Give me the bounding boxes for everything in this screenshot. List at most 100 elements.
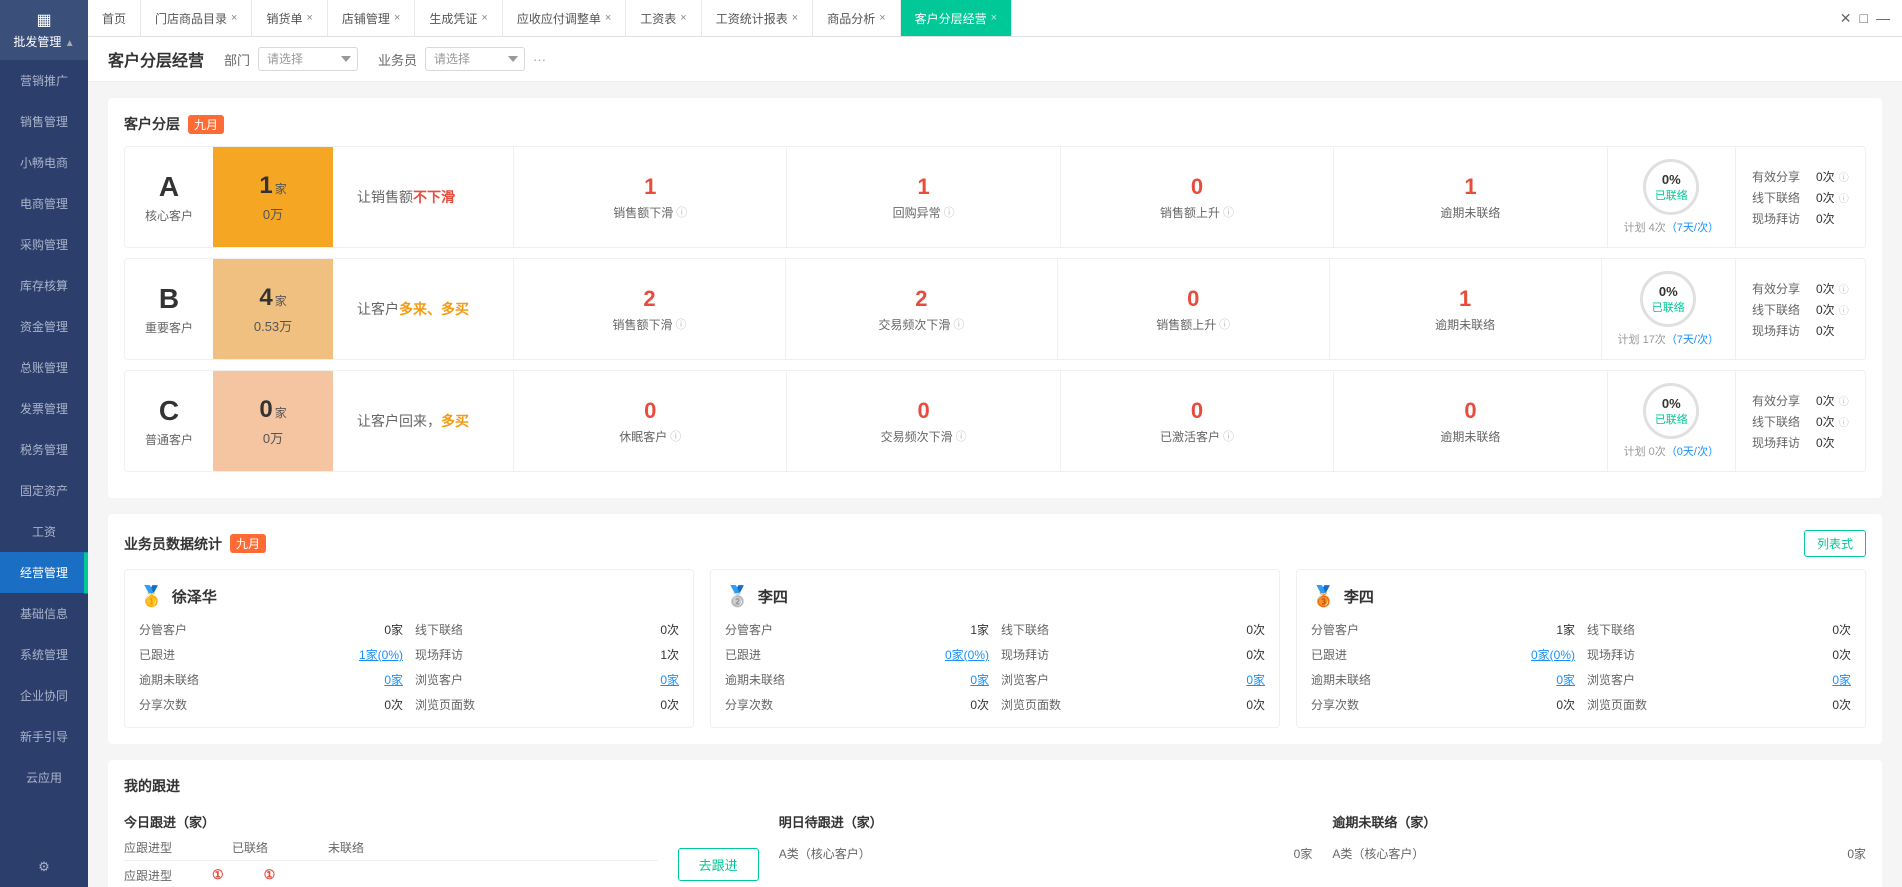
staff-stat-row: 分享次数0次 bbox=[139, 696, 403, 713]
list-view-btn[interactable]: 列表式 bbox=[1804, 530, 1866, 557]
tier-b-stat-0[interactable]: 2 销售额下滑 ⓘ bbox=[513, 259, 785, 359]
tier-c-stat-1[interactable]: 0 交易频次下滑 ⓘ bbox=[786, 371, 1059, 471]
minus-icon[interactable]: — bbox=[1876, 10, 1890, 26]
tier-b-right-stats: 有效分享 0次 ⓘ 线下联络 0次 ⓘ 现场拜访 0次 bbox=[1735, 259, 1865, 359]
tier-c-stat-0[interactable]: 0 休眠客户 ⓘ bbox=[513, 371, 786, 471]
tab-home[interactable]: 首页 bbox=[88, 0, 141, 36]
close-all-icon[interactable]: ✕ bbox=[1840, 10, 1852, 27]
tier-b-slogan: 让客户多来、多买 bbox=[333, 259, 513, 359]
tab-close-payroll[interactable]: × bbox=[680, 12, 686, 24]
tier-c-contact: 0% 已联络 计划 0次（0天/次） bbox=[1607, 371, 1735, 471]
batch-icon: ▦ bbox=[0, 10, 88, 30]
tab-close-gen-voucher[interactable]: × bbox=[481, 12, 487, 24]
staff-section-header: 业务员数据统计 九月 列表式 bbox=[124, 530, 1866, 557]
tab-store-products[interactable]: 门店商品目录 × bbox=[141, 0, 252, 36]
tab-product-analysis[interactable]: 商品分析 × bbox=[813, 0, 900, 36]
staff-stat-row: 分管客户1家 bbox=[725, 621, 989, 638]
sidebar-item-sales[interactable]: 销售管理 bbox=[0, 101, 88, 142]
sidebar-item-ecom-small[interactable]: 小畅电商 bbox=[0, 142, 88, 183]
tier-a-stat-3[interactable]: 1 逾期未联络 bbox=[1333, 147, 1606, 247]
tab-close-payroll-report[interactable]: × bbox=[792, 12, 798, 24]
sidebar-item-finance[interactable]: 资金管理 bbox=[0, 306, 88, 347]
sidebar-item-guide[interactable]: 新手引导 bbox=[0, 716, 88, 757]
tier-a-stat-0[interactable]: 1 销售额下滑 ⓘ bbox=[513, 147, 786, 247]
staff-stat-row: 分享次数0次 bbox=[1311, 696, 1575, 713]
today-follow-col: 今日跟进（家） 应跟进型 已联络 未联络 应跟进型 ① ① bbox=[124, 812, 658, 884]
go-follow-btn[interactable]: 去跟进 bbox=[678, 848, 759, 881]
staff-select[interactable]: 请选择 bbox=[425, 47, 525, 71]
sidebar-item-invoice[interactable]: 发票管理 bbox=[0, 388, 88, 429]
sidebar-item-marketing[interactable]: 营销推广 bbox=[0, 60, 88, 101]
staff-stat-row: 浏览页面数0次 bbox=[1001, 696, 1265, 713]
staff-label: 业务员 bbox=[378, 50, 417, 69]
staff-stat-row: 线下联络0次 bbox=[1587, 621, 1851, 638]
sidebar-item-purchase[interactable]: 采购管理 bbox=[0, 224, 88, 265]
follow-columns: 今日跟进（家） 应跟进型 已联络 未联络 应跟进型 ① ① bbox=[124, 812, 1866, 884]
tab-sales-order[interactable]: 销货单 × bbox=[252, 0, 327, 36]
tab-payroll[interactable]: 工资表 × bbox=[626, 0, 701, 36]
sidebar-item-cloud[interactable]: 云应用 bbox=[0, 757, 88, 798]
staff-stat-row: 已跟进1家(0%) bbox=[139, 646, 403, 663]
sidebar-item-management[interactable]: 经营管理 bbox=[0, 552, 88, 593]
staff-stat-row: 现场拜访1次 bbox=[415, 646, 679, 663]
tomorrow-follow-col: 明日待跟进（家） A类（核心客户）0家 bbox=[779, 812, 1313, 862]
gold-medal-icon: 🥇 bbox=[139, 584, 164, 609]
tier-c-stats: 0 休眠客户 ⓘ 0 交易频次下滑 ⓘ 0 已激活客户 ⓘ 0 逾期未联络 bbox=[513, 371, 1607, 471]
tab-close-customer-tier[interactable]: × bbox=[991, 12, 997, 24]
tier-b-stats: 2 销售额下滑 ⓘ 2 交易频次下滑 ⓘ 0 销售额上升 ⓘ 1 逾期未联络 bbox=[513, 259, 1601, 359]
sidebar-item-inventory[interactable]: 库存核算 bbox=[0, 265, 88, 306]
staff-stat-row: 逾期未联络0家 bbox=[725, 671, 989, 688]
tier-b-stat-2[interactable]: 0 销售额上升 ⓘ bbox=[1057, 259, 1329, 359]
staff-grid: 🥇 徐泽华 分管客户0家 线下联络0次 已跟进1家(0%) 现场拜访1次 逾期未… bbox=[124, 569, 1866, 728]
page-title: 客户分层经营 bbox=[108, 47, 204, 71]
tier-c-stat-3[interactable]: 0 逾期未联络 bbox=[1333, 371, 1606, 471]
tier-a-label: A 核心客户 bbox=[125, 147, 213, 247]
sidebar-item-ledger[interactable]: 总账管理 bbox=[0, 347, 88, 388]
staff-name-0: 徐泽华 bbox=[172, 586, 217, 607]
tab-gen-voucher[interactable]: 生成凭证 × bbox=[415, 0, 502, 36]
staff-title: 业务员数据统计 bbox=[124, 534, 222, 554]
sidebar-item-system[interactable]: 系统管理 bbox=[0, 634, 88, 675]
tab-close-sales-order[interactable]: × bbox=[306, 12, 312, 24]
sidebar-item-tax[interactable]: 税务管理 bbox=[0, 429, 88, 470]
customer-tier-section: 客户分层 九月 A 核心客户 1 家 0万 让销售额不下滑 bbox=[108, 98, 1882, 498]
sidebar-item-collab[interactable]: 企业协同 bbox=[0, 675, 88, 716]
tier-b-contact: 0% 已联络 计划 17次（7天/次） bbox=[1601, 259, 1735, 359]
sidebar-item-salary[interactable]: 工资 bbox=[0, 511, 88, 552]
restore-icon[interactable]: □ bbox=[1860, 10, 1868, 26]
tier-b-row: B 重要客户 4 家 0.53万 让客户多来、多买 2 销售额下滑 ⓘ bbox=[124, 258, 1866, 360]
staff-stat-row: 浏览客户0家 bbox=[1587, 671, 1851, 688]
customer-tier-header: 客户分层 九月 bbox=[124, 114, 1866, 134]
staff-section: 业务员数据统计 九月 列表式 🥇 徐泽华 分管客户0家 线下联络0次 已跟进1家… bbox=[108, 514, 1882, 744]
tier-a-stat-1[interactable]: 1 回购异常 ⓘ bbox=[786, 147, 1059, 247]
dept-select[interactable]: 请选择 bbox=[258, 47, 358, 71]
tier-b-stat-3[interactable]: 1 逾期未联络 bbox=[1329, 259, 1601, 359]
sidebar-item-ecom[interactable]: 电商管理 bbox=[0, 183, 88, 224]
tab-close-store-products[interactable]: × bbox=[231, 12, 237, 24]
tier-a-stat-2[interactable]: 0 销售额上升 ⓘ bbox=[1060, 147, 1333, 247]
sidebar-item-batch[interactable]: ▦ 批发管理 ▲ bbox=[0, 0, 88, 60]
gear-icon[interactable]: ⚙ bbox=[0, 847, 88, 887]
tab-close-store-mgmt[interactable]: × bbox=[394, 12, 400, 24]
tier-b-stat-1[interactable]: 2 交易频次下滑 ⓘ bbox=[785, 259, 1057, 359]
tab-customer-tier[interactable]: 客户分层经营 × bbox=[901, 0, 1012, 36]
tab-bar: 首页 门店商品目录 × 销货单 × 店铺管理 × 生成凭证 × 应收应付调整单 … bbox=[88, 0, 1902, 37]
tab-close-ar-ap[interactable]: × bbox=[605, 12, 611, 24]
sidebar-item-basic[interactable]: 基础信息 bbox=[0, 593, 88, 634]
tier-b-label: B 重要客户 bbox=[125, 259, 213, 359]
tier-c-stat-2[interactable]: 0 已激活客户 ⓘ bbox=[1060, 371, 1333, 471]
sidebar-item-assets[interactable]: 固定资产 bbox=[0, 470, 88, 511]
today-follow-title: 今日跟进（家） bbox=[124, 812, 658, 831]
customer-tier-badge: 九月 bbox=[188, 115, 224, 134]
staff-stat-row: 分享次数0次 bbox=[725, 696, 989, 713]
staff-stats-0: 分管客户0家 线下联络0次 已跟进1家(0%) 现场拜访1次 逾期未联络0家 浏… bbox=[139, 621, 679, 713]
tab-store-mgmt[interactable]: 店铺管理 × bbox=[328, 0, 415, 36]
tier-c-row: C 普通客户 0 家 0万 让客户回来，多买 0 休眠客户 ⓘ bbox=[124, 370, 1866, 472]
tier-a-stats: 1 销售额下滑 ⓘ 1 回购异常 ⓘ 0 销售额上升 ⓘ 1 逾期未联络 bbox=[513, 147, 1607, 247]
tier-c-label: C 普通客户 bbox=[125, 371, 213, 471]
more-filters-icon[interactable]: ··· bbox=[533, 52, 546, 67]
staff-stat-row: 浏览客户0家 bbox=[415, 671, 679, 688]
tab-payroll-report[interactable]: 工资统计报表 × bbox=[702, 0, 813, 36]
tab-ar-ap[interactable]: 应收应付调整单 × bbox=[503, 0, 626, 36]
tab-close-product-analysis[interactable]: × bbox=[879, 12, 885, 24]
